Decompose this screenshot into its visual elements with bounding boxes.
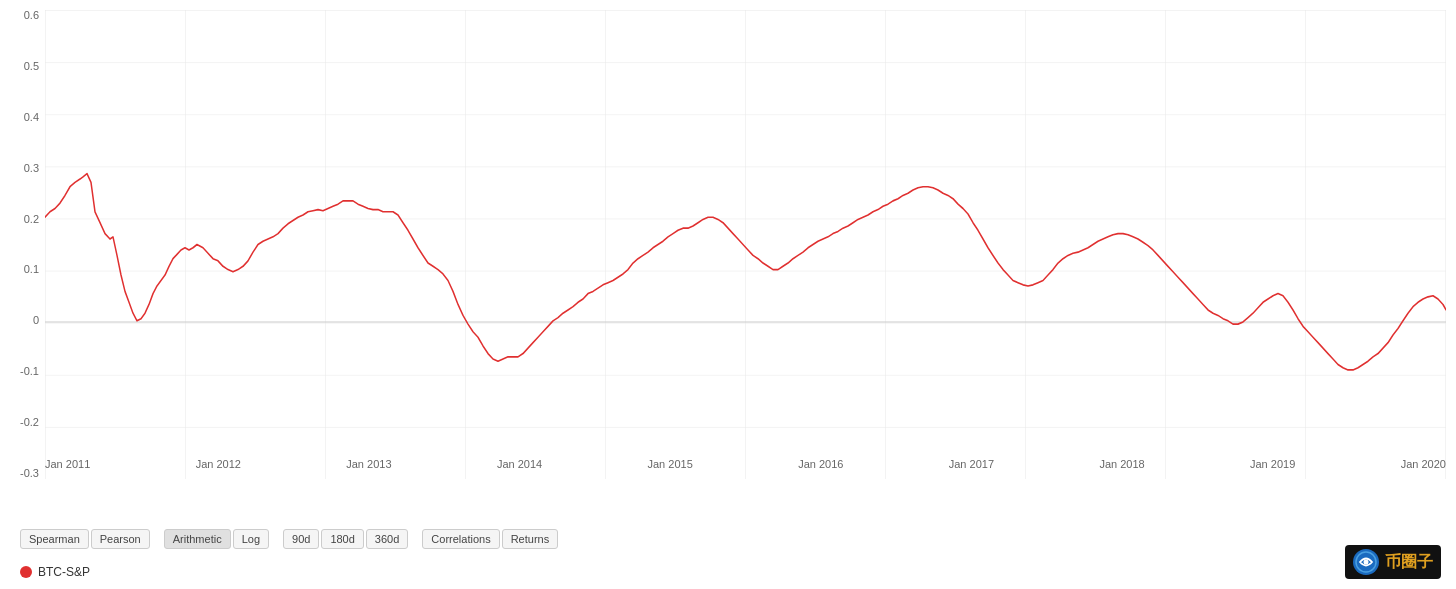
correlations-button[interactable]: Correlations — [422, 529, 499, 549]
watermark: 币圈子 — [1345, 545, 1441, 579]
controls-area: Spearman Pearson Arithmetic Log 90d 180d… — [20, 529, 558, 549]
y-label-01: 0.1 — [24, 264, 39, 275]
chart-container: 0.6 0.5 0.4 0.3 0.2 0.1 0 -0.1 -0.2 -0.3 — [0, 0, 1456, 589]
watermark-icon — [1353, 549, 1379, 575]
y-label-n01: -0.1 — [20, 366, 39, 377]
chart-svg — [45, 10, 1446, 479]
y-label-06: 0.6 — [24, 10, 39, 21]
legend-area: BTC-S&P — [20, 565, 90, 579]
180d-button[interactable]: 180d — [321, 529, 363, 549]
360d-button[interactable]: 360d — [366, 529, 408, 549]
x-label-2020: Jan 2020 — [1401, 458, 1446, 470]
x-label-2019: Jan 2019 — [1250, 458, 1295, 470]
90d-button[interactable]: 90d — [283, 529, 319, 549]
btc-sp-legend-label: BTC-S&P — [38, 565, 90, 579]
x-label-2016: Jan 2016 — [798, 458, 843, 470]
log-button[interactable]: Log — [233, 529, 269, 549]
x-label-2017: Jan 2017 — [949, 458, 994, 470]
y-label-n03: -0.3 — [20, 468, 39, 479]
y-label-03: 0.3 — [24, 163, 39, 174]
x-label-2014: Jan 2014 — [497, 458, 542, 470]
chart-area — [45, 10, 1446, 479]
btc-sp-legend-dot — [20, 566, 32, 578]
scale-type-group: Arithmetic Log — [164, 529, 269, 549]
x-label-2012: Jan 2012 — [196, 458, 241, 470]
returns-button[interactable]: Returns — [502, 529, 559, 549]
spearman-button[interactable]: Spearman — [20, 529, 89, 549]
svg-rect-3 — [45, 10, 1446, 479]
pearson-button[interactable]: Pearson — [91, 529, 150, 549]
y-label-02: 0.2 — [24, 214, 39, 225]
y-label-0: 0 — [33, 315, 39, 326]
period-group: 90d 180d 360d — [283, 529, 408, 549]
correlation-type-group: Spearman Pearson — [20, 529, 150, 549]
x-label-2011: Jan 2011 — [45, 458, 90, 470]
y-label-04: 0.4 — [24, 112, 39, 123]
watermark-text: 币圈子 — [1385, 552, 1433, 573]
x-label-2018: Jan 2018 — [1099, 458, 1144, 470]
display-type-group: Correlations Returns — [422, 529, 558, 549]
y-label-n02: -0.2 — [20, 417, 39, 428]
y-label-05: 0.5 — [24, 61, 39, 72]
svg-point-6 — [1364, 560, 1369, 565]
x-axis: Jan 2011 Jan 2012 Jan 2013 Jan 2014 Jan … — [45, 454, 1446, 479]
y-axis: 0.6 0.5 0.4 0.3 0.2 0.1 0 -0.1 -0.2 -0.3 — [0, 10, 45, 479]
x-label-2013: Jan 2013 — [346, 458, 391, 470]
x-label-2015: Jan 2015 — [648, 458, 693, 470]
arithmetic-button[interactable]: Arithmetic — [164, 529, 231, 549]
